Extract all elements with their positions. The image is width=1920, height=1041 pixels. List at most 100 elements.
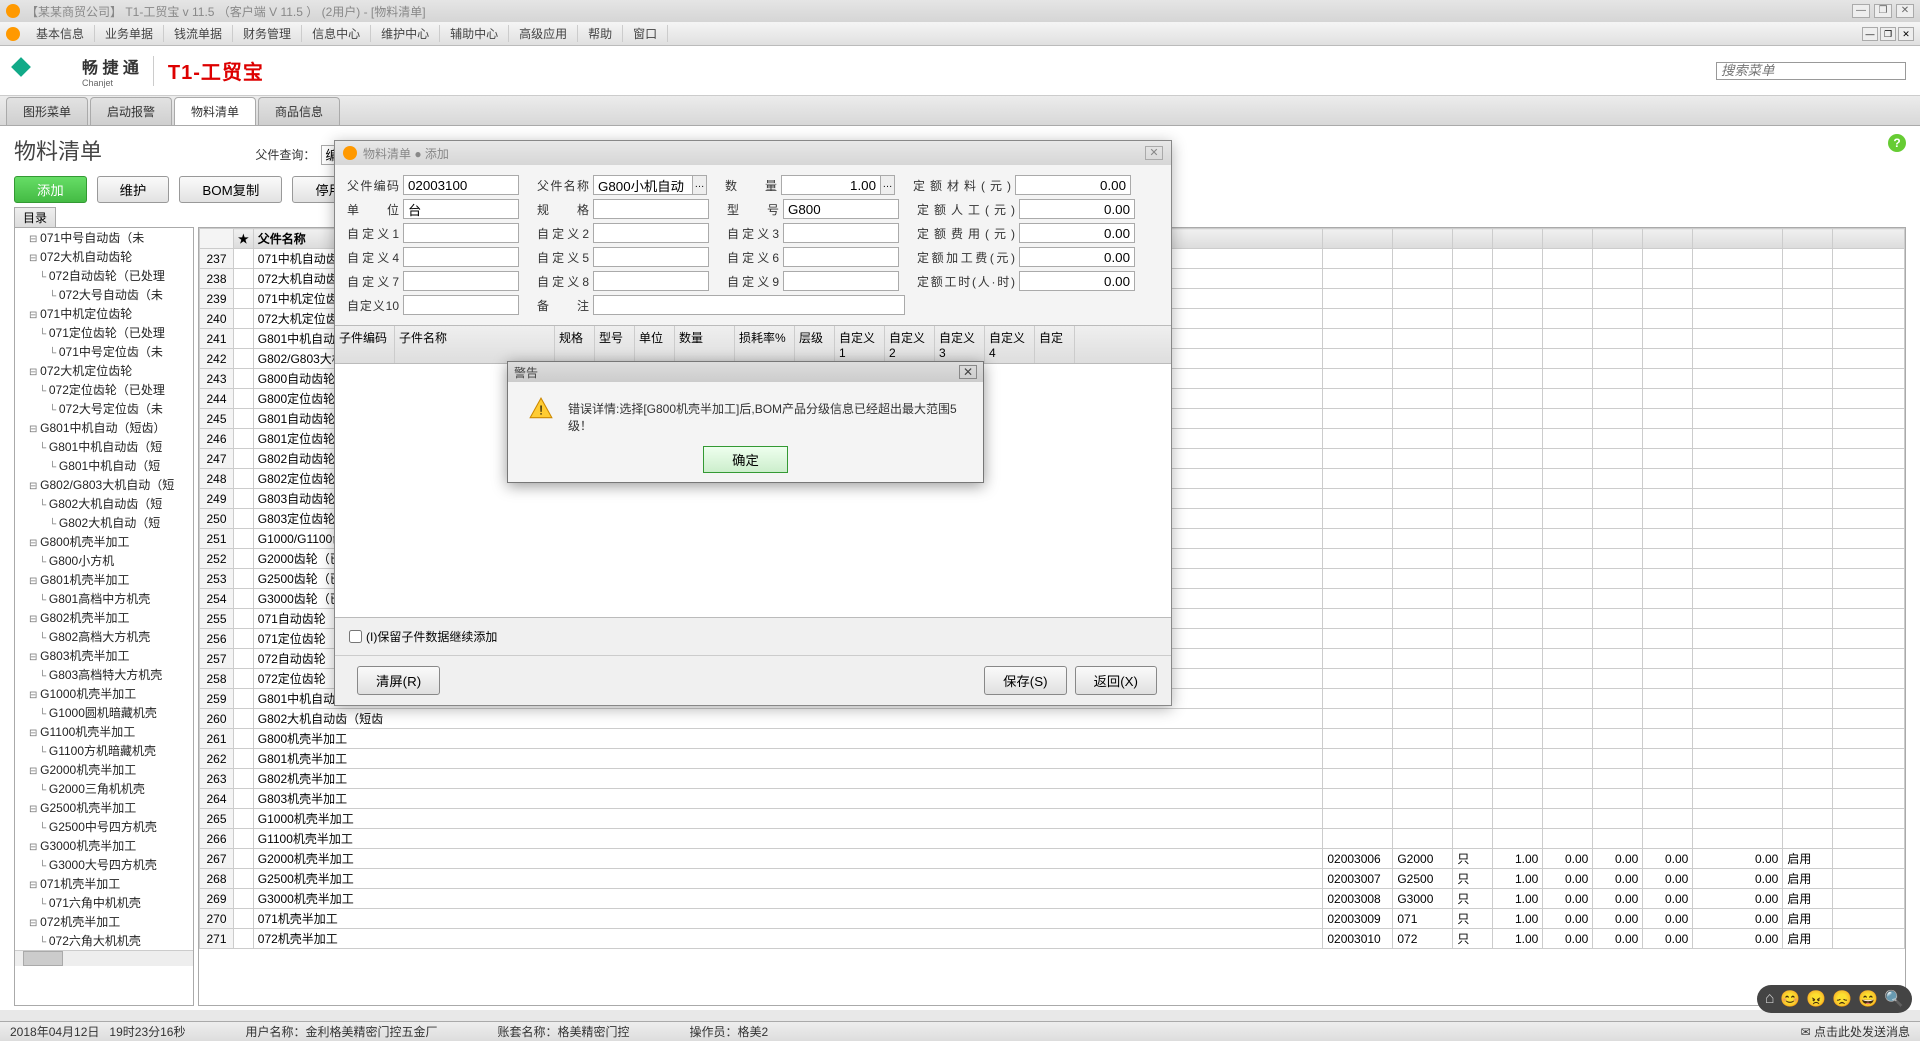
tree-node[interactable]: 071中号定位齿（未 <box>29 342 193 361</box>
table-row[interactable]: 268G2500机壳半加工02003007G2500只1.000.000.000… <box>200 869 1905 889</box>
table-row[interactable]: 260G802大机自动齿（短齿 <box>200 709 1905 729</box>
mdi-restore[interactable]: ❐ <box>1880 27 1896 41</box>
table-row[interactable]: 264G803机壳半加工 <box>200 789 1905 809</box>
tree-node[interactable]: G1000机壳半加工 <box>29 684 193 703</box>
inp-labor-fee[interactable] <box>1019 199 1135 219</box>
table-row[interactable]: 271072机壳半加工02003010072只1.000.000.000.000… <box>200 929 1905 949</box>
inp-c2[interactable] <box>593 223 709 243</box>
sub-col-header[interactable]: 自定义4 <box>985 326 1035 363</box>
tree-node[interactable]: 072机壳半加工 <box>29 912 193 931</box>
tree-node[interactable]: G802高档大方机壳 <box>29 627 193 646</box>
tree-node[interactable]: 071中机定位齿轮 <box>29 304 193 323</box>
menu-item[interactable]: 帮助 <box>578 25 623 42</box>
tree-node[interactable]: 072大号自动齿（未 <box>29 285 193 304</box>
tree-node[interactable]: G2000三角机机壳 <box>29 779 193 798</box>
table-row[interactable]: 267G2000机壳半加工02003006G2000只1.000.000.000… <box>200 849 1905 869</box>
tree-node[interactable]: G1100方机暗藏机壳 <box>29 741 193 760</box>
picker-parent-name[interactable]: … <box>693 175 707 195</box>
tree-node[interactable]: G801中机自动齿（短 <box>29 437 193 456</box>
inp-c4[interactable] <box>403 247 519 267</box>
menu-item[interactable]: 高级应用 <box>509 25 578 42</box>
tree-node[interactable]: 072定位齿轮（已处理 <box>29 380 193 399</box>
menu-item[interactable]: 维护中心 <box>371 25 440 42</box>
save-button[interactable]: 保存(S) <box>984 666 1066 695</box>
inp-c3[interactable] <box>783 223 899 243</box>
sub-col-header[interactable]: 自定义3 <box>935 326 985 363</box>
tree-node[interactable]: 071定位齿轮（已处理 <box>29 323 193 342</box>
col-rownum[interactable] <box>200 229 234 249</box>
tree-node[interactable]: 071中号自动齿（未 <box>29 228 193 247</box>
sub-col-header[interactable]: 子件名称 <box>395 326 555 363</box>
inp-cost-fee[interactable] <box>1019 223 1135 243</box>
tree-node[interactable]: G803高档特大方机壳 <box>29 665 193 684</box>
mdi-close[interactable]: ✕ <box>1898 27 1914 41</box>
tab-bom-list[interactable]: 物料清单 <box>174 97 256 125</box>
add-dialog-close[interactable]: ✕ <box>1145 146 1163 160</box>
menu-item[interactable]: 财务管理 <box>233 25 302 42</box>
inp-qty[interactable] <box>781 175 881 195</box>
inp-mat-fee[interactable] <box>1015 175 1131 195</box>
keep-data-checkbox[interactable]: (I)保留子件数据继续添加 <box>349 628 497 645</box>
add-button[interactable]: 添加 <box>14 176 87 203</box>
tree-node[interactable]: G3000机壳半加工 <box>29 836 193 855</box>
tree-node[interactable]: G800机壳半加工 <box>29 532 193 551</box>
tree-node[interactable]: 072自动齿轮（已处理 <box>29 266 193 285</box>
tree-node[interactable]: G802大机自动（短 <box>29 513 193 532</box>
sub-col-header[interactable]: 自定义2 <box>885 326 935 363</box>
sub-col-header[interactable]: 层级 <box>795 326 835 363</box>
inp-c1[interactable] <box>403 223 519 243</box>
tree-node[interactable]: G803机壳半加工 <box>29 646 193 665</box>
table-row[interactable]: 269G3000机壳半加工02003008G3000只1.000.000.000… <box>200 889 1905 909</box>
inp-remark[interactable] <box>593 295 905 315</box>
picker-qty[interactable]: … <box>881 175 895 195</box>
tree-node[interactable]: G1100机壳半加工 <box>29 722 193 741</box>
back-button[interactable]: 返回(X) <box>1075 666 1157 695</box>
sub-col-header[interactable]: 损耗率% <box>735 326 795 363</box>
menu-item[interactable]: 窗口 <box>623 25 668 42</box>
close-button[interactable]: ✕ <box>1896 4 1914 18</box>
emoji-smile[interactable]: 😊 <box>1780 989 1800 1009</box>
menu-item[interactable]: 辅助中心 <box>440 25 509 42</box>
sub-col-header[interactable]: 数量 <box>675 326 735 363</box>
table-row[interactable]: 263G802机壳半加工 <box>200 769 1905 789</box>
alert-ok-button[interactable]: 确定 <box>703 446 788 473</box>
tree-hscroll[interactable] <box>15 950 193 966</box>
table-row[interactable]: 262G801机壳半加工 <box>200 749 1905 769</box>
tree-node[interactable]: G2000机壳半加工 <box>29 760 193 779</box>
add-dialog-titlebar[interactable]: 物料清单 ● 添加 ✕ <box>335 141 1171 165</box>
table-row[interactable]: 270071机壳半加工02003009071只1.000.000.000.000… <box>200 909 1905 929</box>
sub-col-header[interactable]: 规格 <box>555 326 595 363</box>
inp-c10[interactable] <box>403 295 519 315</box>
inp-spec[interactable] <box>593 199 709 219</box>
alert-titlebar[interactable]: 警告 ✕ <box>508 362 983 382</box>
inp-unit[interactable] <box>403 199 519 219</box>
search-icon[interactable]: 🔍 <box>1884 989 1904 1009</box>
sub-col-header[interactable]: 自定义1 <box>835 326 885 363</box>
table-row[interactable]: 261G800机壳半加工 <box>200 729 1905 749</box>
tree-node[interactable]: G801中机自动（短 <box>29 456 193 475</box>
tab-product-info[interactable]: 商品信息 <box>258 97 340 125</box>
tree-node[interactable]: G801高档中方机壳 <box>29 589 193 608</box>
tree-node[interactable]: G802大机自动齿（短 <box>29 494 193 513</box>
tree-node[interactable]: G2500机壳半加工 <box>29 798 193 817</box>
menu-item[interactable]: 基本信息 <box>26 25 95 42</box>
tree-node[interactable]: G800小方机 <box>29 551 193 570</box>
status-send-msg[interactable]: ✉ 点击此处发送消息 <box>1801 1023 1910 1040</box>
tree-node[interactable]: 072大机自动齿轮 <box>29 247 193 266</box>
alert-close[interactable]: ✕ <box>959 365 977 379</box>
tree-node[interactable]: G1000圆机暗藏机壳 <box>29 703 193 722</box>
tree-panel[interactable]: 071中号自动齿（未072大机自动齿轮072自动齿轮（已处理072大号自动齿（未… <box>14 227 194 1006</box>
emoji-sad[interactable]: 😞 <box>1832 989 1852 1009</box>
tree-node[interactable]: G802机壳半加工 <box>29 608 193 627</box>
inp-c8[interactable] <box>593 271 709 291</box>
sub-col-header[interactable]: 自定 <box>1035 326 1075 363</box>
table-row[interactable]: 265G1000机壳半加工 <box>200 809 1905 829</box>
inp-c5[interactable] <box>593 247 709 267</box>
mdi-minimize[interactable]: — <box>1862 27 1878 41</box>
emoji-angry[interactable]: 😠 <box>1806 989 1826 1009</box>
tree-node[interactable]: 072大号定位齿（未 <box>29 399 193 418</box>
tree-node[interactable]: G801机壳半加工 <box>29 570 193 589</box>
bom-copy-button[interactable]: BOM复制 <box>179 176 282 203</box>
table-row[interactable]: 266G1100机壳半加工 <box>200 829 1905 849</box>
emoji-toolbar[interactable]: ⌂ 😊 😠 😞 😄 🔍 <box>1757 985 1912 1013</box>
